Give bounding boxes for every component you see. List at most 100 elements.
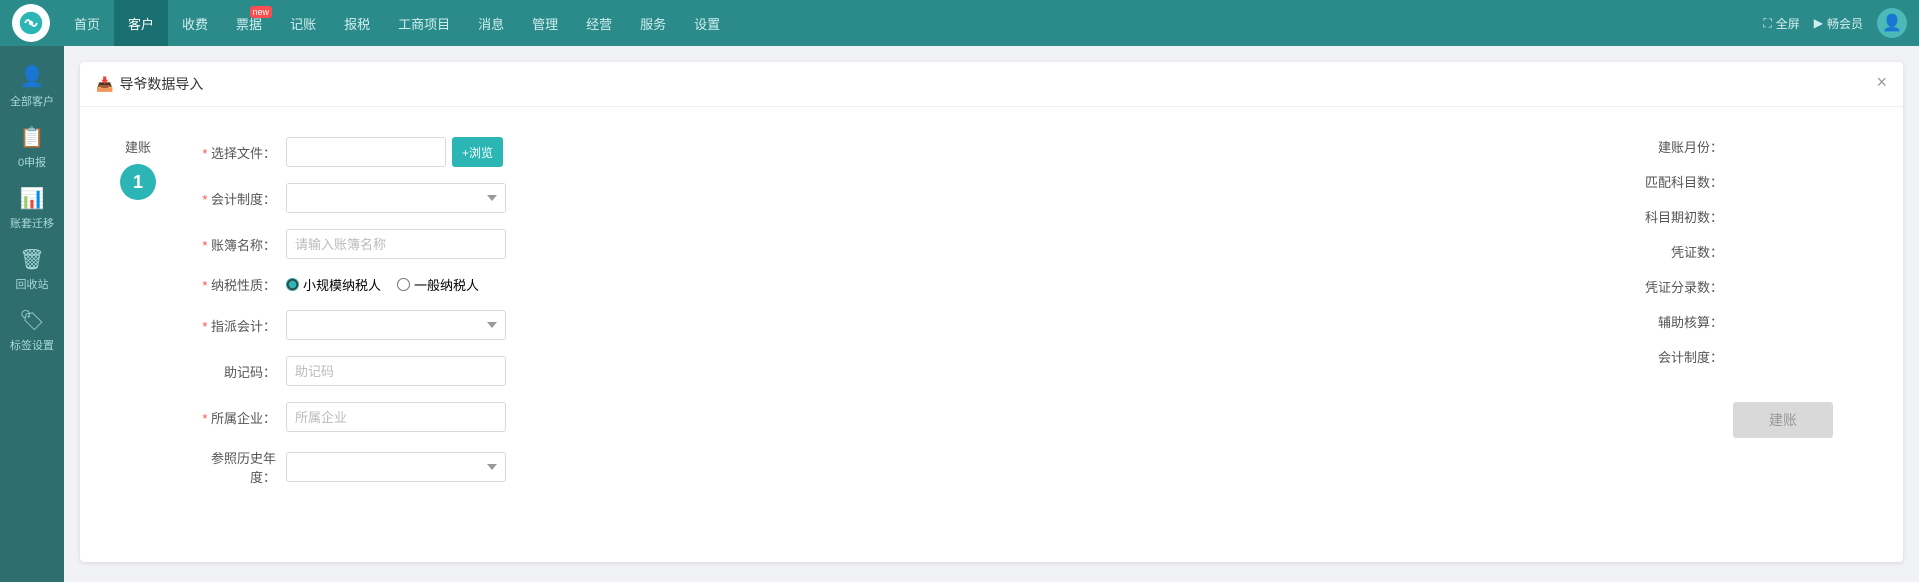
submit-button[interactable]: 建账 — [1733, 402, 1833, 438]
auxiliary-row: 辅助核算： — [1643, 312, 1863, 331]
clients-icon: 👤 — [20, 64, 45, 89]
auxiliary-label: 辅助核算： — [1643, 312, 1733, 331]
sidebar-label-migration: 账套迁移 — [10, 215, 54, 231]
step-label: 建账 — [125, 137, 151, 156]
file-input[interactable] — [286, 137, 446, 167]
fullscreen-icon: ⛶ — [1763, 16, 1771, 31]
required-star: * — [202, 146, 207, 161]
step-circle: 1 — [120, 164, 156, 200]
sidebar-item-declaration[interactable]: 📋 0申报 — [0, 117, 64, 178]
nav-logo — [12, 4, 50, 42]
sidebar-item-migration[interactable]: 📊 账套迁移 — [0, 178, 64, 239]
play-icon: ▶ — [1814, 16, 1823, 30]
migration-icon: 📊 — [20, 186, 45, 211]
vip-btn[interactable]: ▶ 畅会员 — [1814, 15, 1863, 32]
accounting-system-select[interactable] — [286, 183, 506, 213]
tags-icon: 🏷 — [19, 308, 44, 333]
memo-input[interactable] — [286, 356, 506, 386]
voucher-entries-row: 凭证分录数： — [1643, 277, 1863, 296]
voucher-entries-label: 凭证分录数： — [1643, 277, 1733, 296]
nav-home[interactable]: 首页 — [60, 0, 114, 46]
right-panel: 建账月份： 匹配科目数： 科目期初数： 凭证数： 凭证分录数： — [1603, 137, 1863, 502]
top-nav: 首页 客户 收费 票据 new 记账 报税 工商项目 消息 管理 经营 服务 设… — [0, 0, 1919, 46]
subject-initial-label: 科目期初数： — [1643, 207, 1733, 226]
main-content: 📥 导爷数据导入 × 建账 1 * 选择文件： +浏览 — [64, 46, 1919, 582]
memo-row: 助记码： — [196, 356, 1603, 386]
history-year-label: 参照历史年度： — [196, 448, 286, 486]
right-accounting-label: 会计制度： — [1643, 347, 1733, 366]
match-subject-label: 匹配科目数： — [1643, 172, 1733, 191]
sidebar-label-clients: 全部客户 — [10, 93, 54, 109]
accounting-system-label: * 会计制度： — [196, 189, 286, 208]
ledger-name-row: * 账簿名称： — [196, 229, 1603, 259]
nav-fees[interactable]: 收费 — [168, 0, 222, 46]
accountant-select[interactable] — [286, 310, 506, 340]
form-wrapper: 建账 1 * 选择文件： +浏览 * — [80, 107, 1903, 532]
sidebar-label-recycle: 回收站 — [16, 276, 49, 292]
recycle-icon: 🗑 — [19, 247, 44, 272]
sidebar-label-declaration: 0申报 — [18, 154, 46, 170]
radio-small-label: 小规模纳税人 — [303, 275, 381, 294]
accountant-row: * 指派会计： — [196, 310, 1603, 340]
history-year-select[interactable] — [286, 452, 506, 482]
nav-operation[interactable]: 经营 — [572, 0, 626, 46]
fullscreen-btn[interactable]: ⛶ 全屏 — [1763, 15, 1799, 32]
accounting-system-row: * 会计制度： — [196, 183, 1603, 213]
voucher-count-row: 凭证数： — [1643, 242, 1863, 261]
new-badge: new — [250, 6, 273, 18]
history-year-row: 参照历史年度： — [196, 448, 1603, 486]
sidebar: 👤 全部客户 📋 0申报 📊 账套迁移 🗑 回收站 🏷 标签设置 — [0, 46, 64, 582]
nav-right: ⛶ 全屏 ▶ 畅会员 👤 — [1763, 8, 1907, 38]
match-subject-row: 匹配科目数： — [1643, 172, 1863, 191]
tax-type-label: * 纳税性质： — [196, 275, 286, 294]
month-label: 建账月份： — [1643, 137, 1733, 156]
radio-general-label: 一般纳税人 — [414, 275, 479, 294]
company-label: * 所属企业： — [196, 408, 286, 427]
file-row: * 选择文件： +浏览 — [196, 137, 1603, 167]
radio-small-taxpayer[interactable]: 小规模纳税人 — [286, 275, 381, 294]
form-main: * 选择文件： +浏览 * 会计制度： — [196, 137, 1603, 502]
nav-service[interactable]: 服务 — [626, 0, 680, 46]
company-input[interactable] — [286, 402, 506, 432]
close-button[interactable]: × — [1876, 72, 1887, 93]
vip-label: 畅会员 — [1827, 15, 1863, 32]
tax-type-radio-group: 小规模纳税人 一般纳税人 — [286, 275, 479, 294]
right-accounting-system-row: 会计制度： — [1643, 347, 1863, 366]
nav-settings[interactable]: 设置 — [680, 0, 734, 46]
file-label: * 选择文件： — [196, 143, 286, 162]
company-row: * 所属企业： — [196, 402, 1603, 432]
declaration-icon: 📋 — [20, 125, 45, 150]
sidebar-item-tags[interactable]: 🏷 标签设置 — [0, 300, 64, 361]
nav-items: 首页 客户 收费 票据 new 记账 报税 工商项目 消息 管理 经营 服务 设… — [60, 0, 1763, 46]
nav-bookkeeping[interactable]: 记账 — [276, 0, 330, 46]
radio-general-input[interactable] — [397, 278, 410, 291]
sidebar-item-clients[interactable]: 👤 全部客户 — [0, 56, 64, 117]
browse-button[interactable]: +浏览 — [452, 137, 503, 167]
nav-clients[interactable]: 客户 — [114, 0, 168, 46]
tax-type-row: * 纳税性质： 小规模纳税人 一般纳税人 — [196, 275, 1603, 294]
month-row: 建账月份： — [1643, 137, 1863, 156]
ledger-name-input[interactable] — [286, 229, 506, 259]
subject-initial-row: 科目期初数： — [1643, 207, 1863, 226]
modal-title: 导爷数据导入 — [119, 74, 203, 94]
nav-management[interactable]: 管理 — [518, 0, 572, 46]
radio-general-taxpayer[interactable]: 一般纳税人 — [397, 275, 479, 294]
ledger-name-label: * 账簿名称： — [196, 235, 286, 254]
import-icon: 📥 — [96, 76, 113, 93]
import-modal: 📥 导爷数据导入 × 建账 1 * 选择文件： +浏览 — [80, 62, 1903, 562]
accountant-label: * 指派会计： — [196, 316, 286, 335]
memo-label: 助记码： — [196, 362, 286, 381]
nav-business[interactable]: 工商项目 — [384, 0, 464, 46]
nav-bills[interactable]: 票据 new — [222, 0, 276, 46]
nav-tax[interactable]: 报税 — [330, 0, 384, 46]
user-avatar[interactable]: 👤 — [1877, 8, 1907, 38]
sidebar-item-recycle[interactable]: 🗑 回收站 — [0, 239, 64, 300]
file-input-group: +浏览 — [286, 137, 503, 167]
voucher-count-label: 凭证数： — [1643, 242, 1733, 261]
step-indicator: 建账 1 — [120, 137, 196, 502]
fullscreen-label: 全屏 — [1776, 15, 1800, 32]
radio-small-input[interactable] — [286, 278, 299, 291]
nav-messages[interactable]: 消息 — [464, 0, 518, 46]
modal-header: 📥 导爷数据导入 — [80, 62, 1903, 107]
sidebar-label-tags: 标签设置 — [10, 337, 54, 353]
